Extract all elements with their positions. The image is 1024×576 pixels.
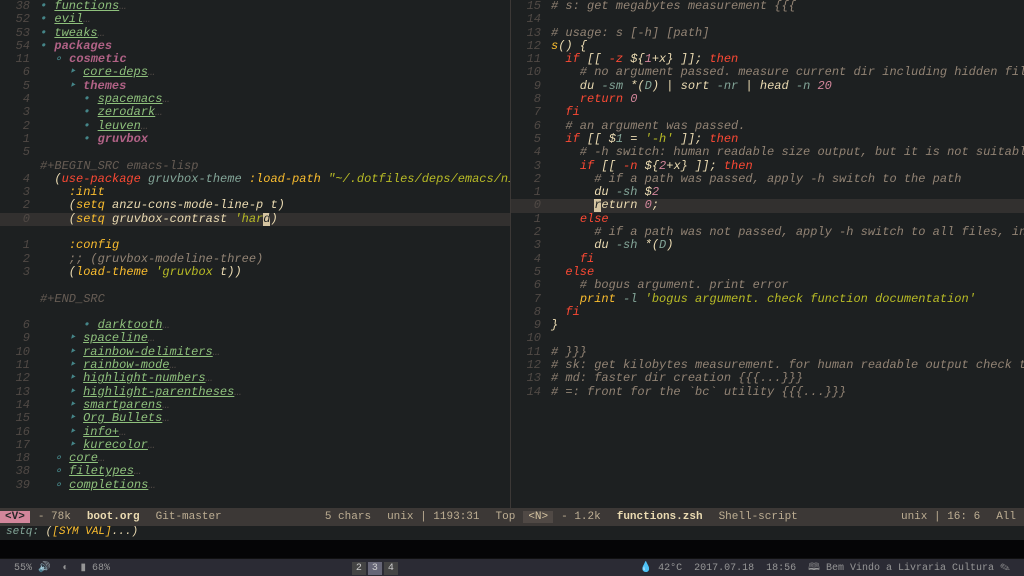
mode-tag-normal: <N>: [523, 511, 553, 523]
scroll-pos-right: All: [988, 511, 1024, 523]
tray-item[interactable]: 🕮 Bem Vindo a Livraria Cultura ✎: [802, 560, 1016, 576]
file-name-right: functions.zsh: [609, 511, 711, 523]
encoding-right: unix | 16: 6: [893, 511, 988, 523]
encoding-left: unix | 1193:31: [379, 511, 487, 523]
left-pane[interactable]: 38• functions…52• evil…53• tweaks…54• pa…: [0, 0, 511, 508]
time: 18:56: [760, 563, 802, 574]
major-mode-right: Shell-script: [711, 511, 806, 523]
file-name-left: boot.org: [79, 511, 148, 523]
editor-area: 38• functions…52• evil…53• tweaks…54• pa…: [0, 0, 1024, 508]
battery: ▮ 68%: [74, 562, 116, 574]
volume[interactable]: 55% 🔊: [8, 562, 56, 574]
right-pane[interactable]: 15# s: get megabytes measurement {{{1413…: [511, 0, 1024, 508]
modeline: <V> - 78k boot.org Git-master 5 chars un…: [0, 508, 1024, 526]
scroll-pos-left: Top: [488, 511, 524, 523]
selection-chars: 5 chars: [317, 511, 379, 523]
system-statusbar: 55% 🔊 ◐ ▮ 68% 234 💧 42°C 2017.07.18 18:5…: [0, 558, 1024, 576]
file-size-left: - 78k: [30, 511, 79, 523]
cpu-temp: 💧 42°C: [634, 562, 688, 574]
date: 2017.07.18: [688, 563, 760, 574]
minibuffer[interactable]: setq: ([SYM VAL]...): [0, 526, 1024, 540]
file-size-right: - 1.2k: [553, 511, 609, 523]
vcs-branch: Git-master: [148, 511, 230, 523]
brightness-icon[interactable]: ◐: [56, 563, 74, 574]
workspace-switcher[interactable]: 234: [351, 563, 399, 574]
mode-tag-visual: <V>: [0, 511, 30, 523]
